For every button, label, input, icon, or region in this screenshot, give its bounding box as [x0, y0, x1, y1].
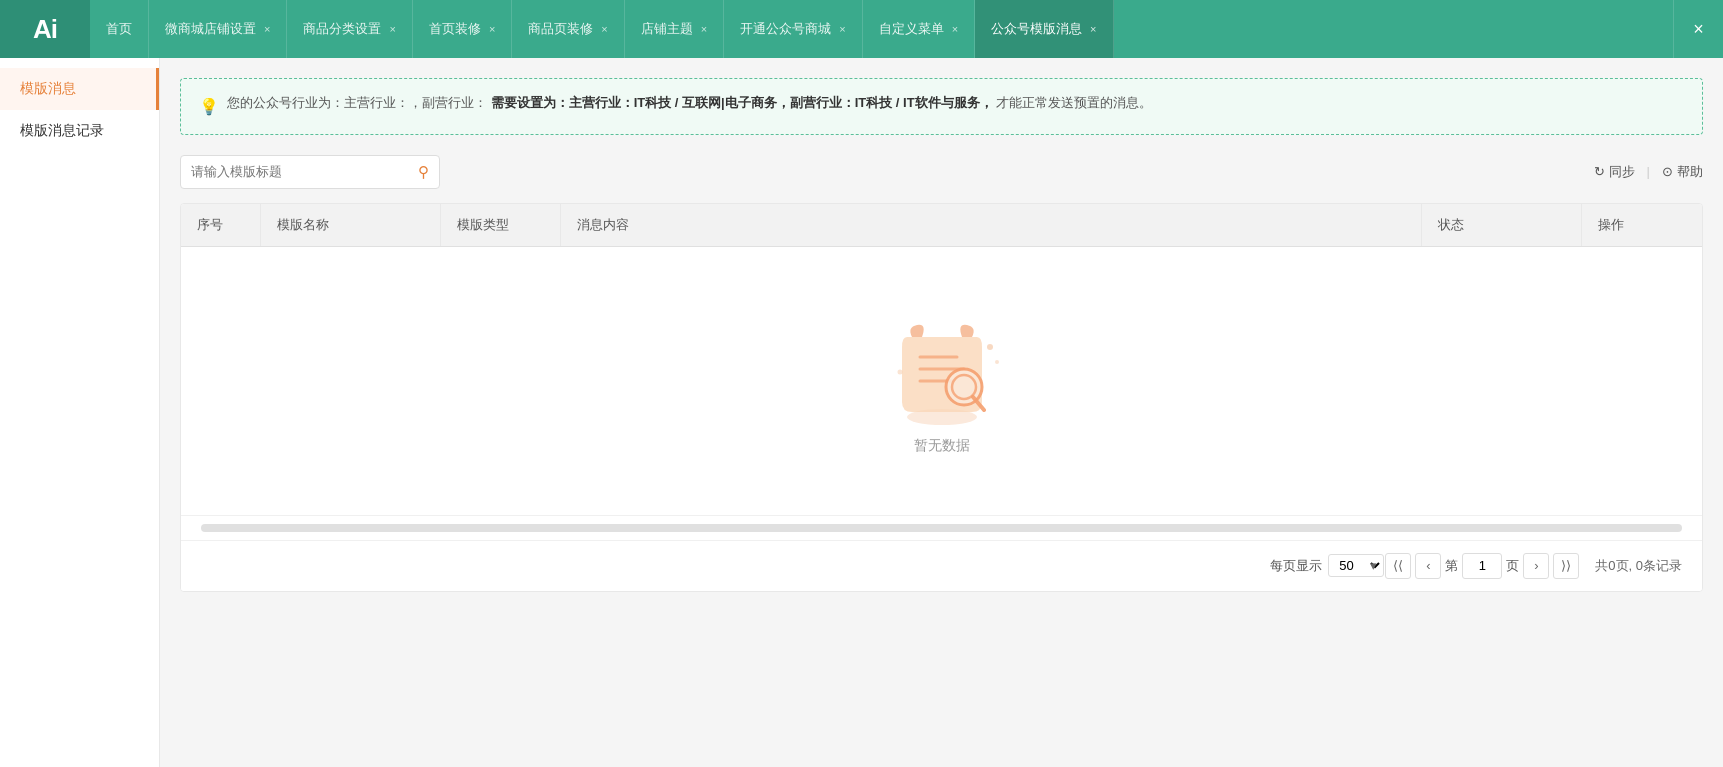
svg-point-9: [897, 369, 902, 374]
page-size-select: 每页显示 102050100 ▾: [1270, 554, 1377, 577]
horizontal-scrollbar[interactable]: [201, 524, 1682, 532]
sync-button[interactable]: ↻ 同步: [1594, 163, 1635, 181]
tab-close-button-7[interactable]: ×: [952, 23, 958, 35]
tab-close-button-3[interactable]: ×: [489, 23, 495, 35]
tab-close-button-2[interactable]: ×: [389, 23, 395, 35]
tab-close-button-6[interactable]: ×: [839, 23, 845, 35]
page-suffix-label: 页: [1506, 557, 1519, 575]
main-layout: 模版消息模版消息记录 💡 您的公众号行业为：主营行业：，副营行业： 需要设置为：…: [0, 58, 1723, 767]
nav-tabs: 首页微商城店铺设置×商品分类设置×首页装修×商品页装修×店铺主题×开通公众号商城…: [90, 0, 1673, 58]
help-icon: ⊙: [1662, 164, 1673, 179]
next-page-button[interactable]: ›: [1523, 553, 1549, 579]
nav-tab-1[interactable]: 微商城店铺设置×: [149, 0, 287, 58]
table-column-3: 消息内容: [561, 204, 1422, 246]
search-input-wrap: ⚲: [180, 155, 440, 189]
nav-tab-0[interactable]: 首页: [90, 0, 149, 58]
total-info: 共0页, 0条记录: [1595, 557, 1682, 575]
notice-box: 💡 您的公众号行业为：主营行业：，副营行业： 需要设置为：主营行业：IT科技 /…: [180, 78, 1703, 135]
empty-illustration: [882, 307, 1002, 437]
table-column-1: 模版名称: [261, 204, 441, 246]
nav-tab-5[interactable]: 店铺主题×: [625, 0, 724, 58]
empty-text: 暂无数据: [914, 437, 970, 455]
top-nav: Ai 首页微商城店铺设置×商品分类设置×首页装修×商品页装修×店铺主题×开通公众…: [0, 0, 1723, 58]
table-header: 序号模版名称模版类型消息内容状态操作: [181, 204, 1702, 247]
svg-point-7: [987, 344, 993, 350]
search-input[interactable]: [191, 164, 418, 179]
first-page-button[interactable]: ⟨⟨: [1385, 553, 1411, 579]
nav-tab-3[interactable]: 首页装修×: [413, 0, 512, 58]
svg-point-8: [995, 360, 999, 364]
notice-text: 您的公众号行业为：主营行业：，副营行业： 需要设置为：主营行业：IT科技 / 互…: [227, 93, 1152, 114]
sidebar: 模版消息模版消息记录: [0, 58, 160, 767]
help-button[interactable]: ⊙ 帮助: [1662, 163, 1703, 181]
pagination: 每页显示 102050100 ▾ ⟨⟨ ‹ 第 页 › ⟩⟩ 共0页, 0条记录: [181, 540, 1702, 591]
page-number-input[interactable]: [1462, 553, 1502, 579]
page-size-dropdown[interactable]: 102050100: [1328, 554, 1384, 577]
table-column-4: 状态: [1422, 204, 1582, 246]
nav-tab-8[interactable]: 公众号模版消息×: [975, 0, 1113, 58]
notice-highlight: 需要设置为：主营行业：IT科技 / 互联网|电子商务，副营行业：IT科技 / I…: [491, 95, 993, 110]
page-navigation: ⟨⟨ ‹ 第 页 › ⟩⟩: [1385, 553, 1579, 579]
tab-close-button-4[interactable]: ×: [601, 23, 607, 35]
notice-icon: 💡: [199, 94, 219, 120]
scrollbar-area: [181, 515, 1702, 540]
table-column-5: 操作: [1582, 204, 1702, 246]
tab-close-button-8[interactable]: ×: [1090, 23, 1096, 35]
page-size-label: 每页显示: [1270, 557, 1322, 575]
divider: |: [1647, 164, 1650, 179]
nav-tab-2[interactable]: 商品分类设置×: [287, 0, 412, 58]
empty-state: 暂无数据: [181, 247, 1702, 515]
tab-close-button-5[interactable]: ×: [701, 23, 707, 35]
sidebar-item-1[interactable]: 模版消息记录: [0, 110, 159, 152]
table-column-2: 模版类型: [441, 204, 561, 246]
search-actions: ↻ 同步 | ⊙ 帮助: [1594, 163, 1703, 181]
content-area: 💡 您的公众号行业为：主营行业：，副营行业： 需要设置为：主营行业：IT科技 /…: [160, 58, 1723, 767]
sidebar-item-0[interactable]: 模版消息: [0, 68, 159, 110]
close-all-button[interactable]: ×: [1673, 0, 1723, 58]
app-logo: Ai: [0, 0, 90, 58]
nav-tab-4[interactable]: 商品页装修×: [512, 0, 624, 58]
data-table: 序号模版名称模版类型消息内容状态操作: [180, 203, 1703, 592]
tab-close-button-1[interactable]: ×: [264, 23, 270, 35]
page-prefix-label: 第: [1445, 557, 1458, 575]
prev-page-button[interactable]: ‹: [1415, 553, 1441, 579]
sync-icon: ↻: [1594, 164, 1605, 179]
table-column-0: 序号: [181, 204, 261, 246]
last-page-button[interactable]: ⟩⟩: [1553, 553, 1579, 579]
nav-tab-7[interactable]: 自定义菜单×: [863, 0, 975, 58]
search-bar: ⚲ ↻ 同步 | ⊙ 帮助: [180, 155, 1703, 189]
search-icon[interactable]: ⚲: [418, 163, 429, 181]
nav-tab-6[interactable]: 开通公众号商城×: [724, 0, 862, 58]
